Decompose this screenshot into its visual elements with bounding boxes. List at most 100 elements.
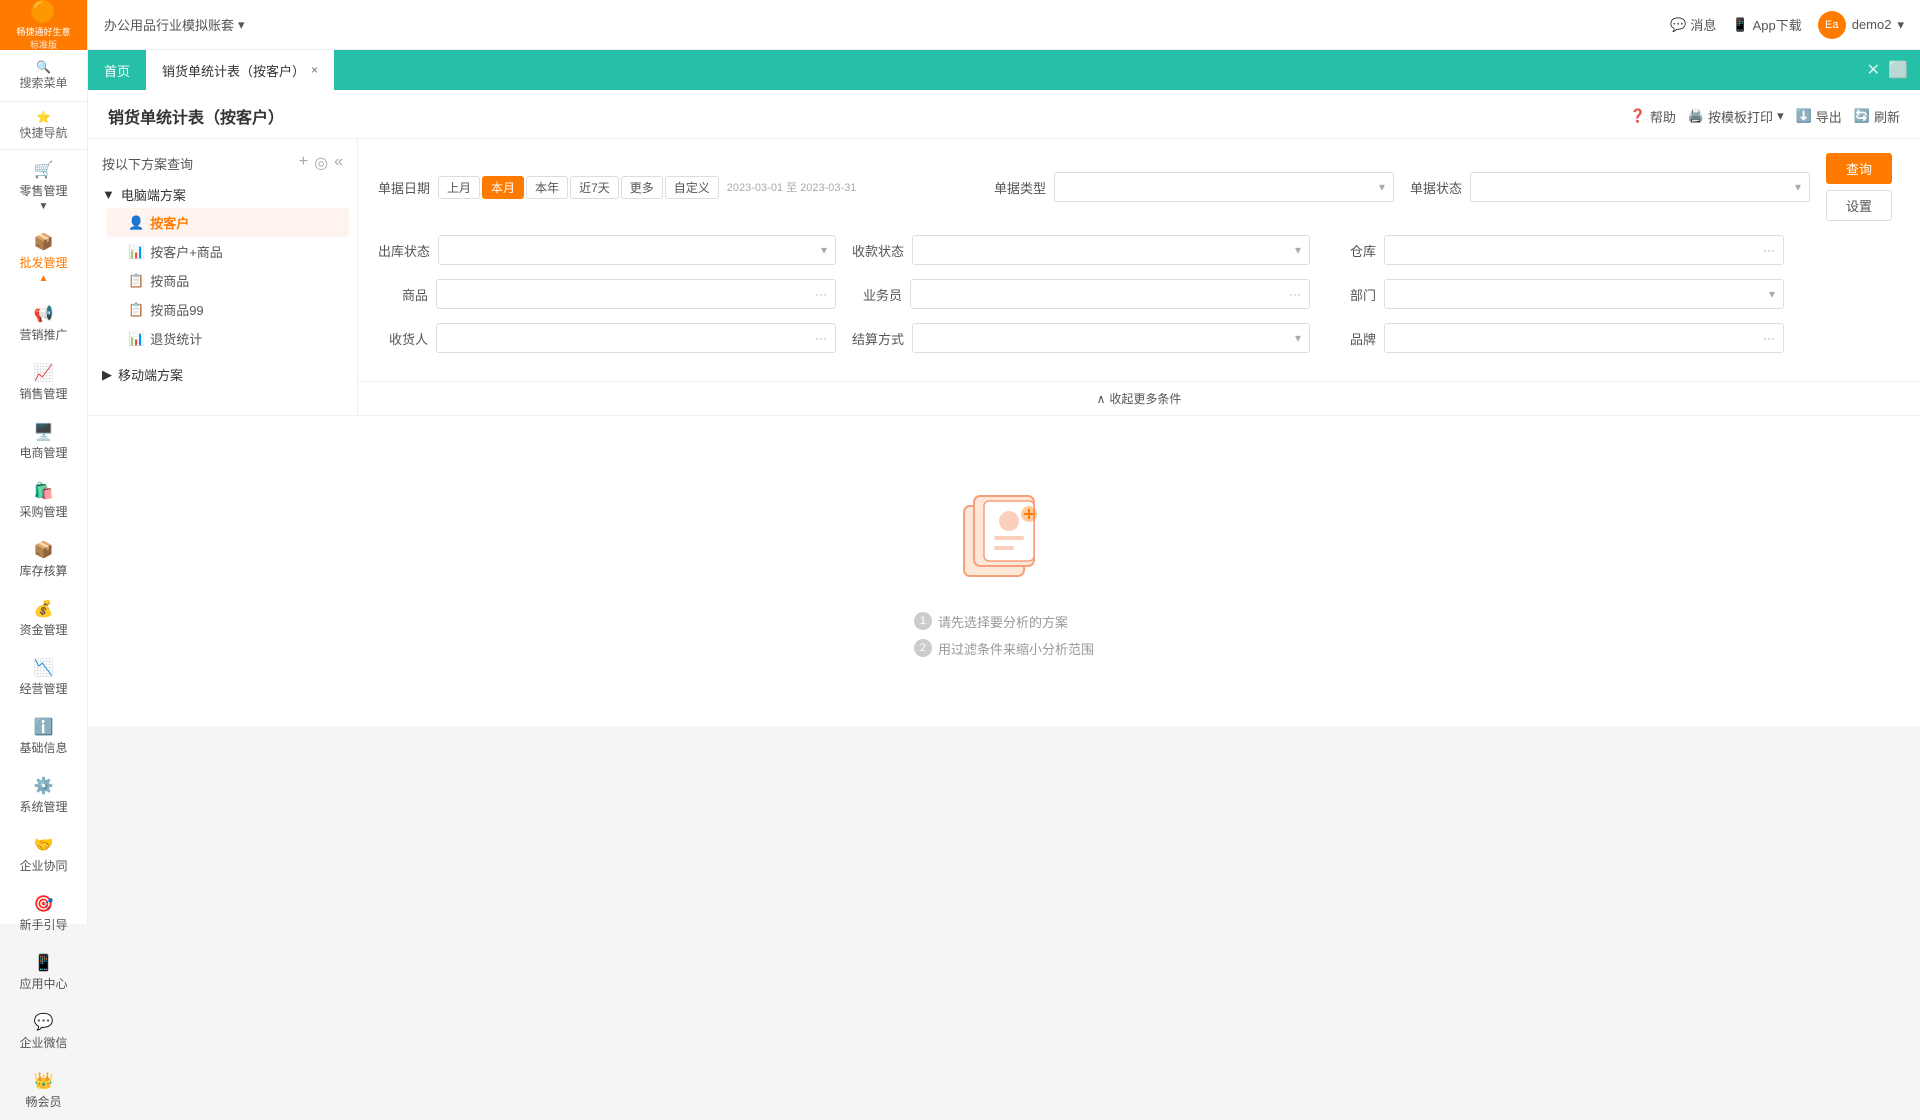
brand-input[interactable]: ··· <box>1384 323 1784 353</box>
sidebar-subtitle: 标准版 <box>30 38 57 51</box>
export-icon: ⬇️ <box>1796 108 1812 124</box>
collapse-scheme-btn[interactable]: « <box>334 153 343 173</box>
sidebar-item-sales[interactable]: 📈 销售管理 <box>0 353 87 412</box>
tab-maximize-icon[interactable]: ⬜ <box>1888 60 1908 80</box>
goods-ellipsis-icon: ··· <box>815 287 827 301</box>
sidebar-item-ecommerce[interactable]: 🖥️ 电商管理 <box>0 412 87 471</box>
refresh-btn[interactable]: 🔄 刷新 <box>1854 107 1900 126</box>
message-btn[interactable]: 💬 消息 <box>1670 15 1716 34</box>
salesman-label: 业务员 <box>852 285 902 304</box>
collect-status-label: 收款状态 <box>852 241 904 260</box>
sidebar-item-collab[interactable]: 🤝 企业协同 <box>0 825 87 884</box>
scheme-item-return[interactable]: 📊 退货统计 <box>106 324 349 353</box>
sidebar-item-marketing[interactable]: 📢 营销推广 <box>0 294 87 353</box>
refresh-icon: 🔄 <box>1854 108 1870 124</box>
app-download-icon: 📱 <box>1732 17 1748 33</box>
date-label: 单据日期 <box>378 178 430 197</box>
home-tab-label: 首页 <box>104 61 130 80</box>
sidebar-item-inventory[interactable]: 📦 库存核算 <box>0 530 87 589</box>
sidebar-quick-nav[interactable]: ⭐快捷导航 <box>0 102 87 150</box>
scheme-item-goods99-label: 按商品99 <box>150 300 203 319</box>
settings-button[interactable]: 设置 <box>1826 190 1892 221</box>
pc-scheme-items: 👤 按客户 📊 按客户+商品 📋 按商品 <box>96 208 349 353</box>
help-label: 帮助 <box>1650 107 1676 126</box>
settle-input[interactable]: ▾ <box>912 323 1310 353</box>
sidebar-item-purchase[interactable]: 🛍️ 采购管理 <box>0 471 87 530</box>
sidebar: 🟠 畅捷通好生意 标准版 🔍搜索菜单 ⭐快捷导航 🛒 零售管理 ▼ 📦 批发管理… <box>0 0 88 924</box>
tab-close-window-icon[interactable]: ✕ <box>1867 60 1880 80</box>
pc-scheme-title[interactable]: ▼ 电脑端方案 <box>96 181 349 208</box>
filter-field-type: 单据类型 ▾ <box>994 172 1394 202</box>
type-input[interactable]: ▾ <box>1054 172 1394 202</box>
refresh-label: 刷新 <box>1874 107 1900 126</box>
mobile-scheme-arrow: ▶ <box>102 367 112 383</box>
collect-status-input[interactable]: ▾ <box>912 235 1310 265</box>
goods99-scheme-icon: 📋 <box>128 302 144 318</box>
warehouse-label: 仓库 <box>1326 241 1376 260</box>
scheme-item-goods[interactable]: 📋 按商品 <box>106 266 349 295</box>
date-btn-last-month[interactable]: 上月 <box>438 176 480 199</box>
sidebar-item-app-center[interactable]: 📱 应用中心 <box>0 943 87 1002</box>
system-icon: ⚙️ <box>34 776 54 796</box>
scheme-item-customer[interactable]: 👤 按客户 <box>106 208 349 237</box>
dept-input[interactable]: ▾ <box>1384 279 1784 309</box>
avatar: Ea <box>1818 11 1846 39</box>
receiver-input[interactable]: ··· <box>436 323 836 353</box>
edit-scheme-btn[interactable]: ◎ <box>314 153 328 173</box>
tab-home[interactable]: 首页 <box>88 50 146 90</box>
sales-icon: 📈 <box>34 363 54 383</box>
date-btn-this-month[interactable]: 本月 <box>482 176 524 199</box>
tab-close-icon[interactable]: × <box>311 63 318 77</box>
sidebar-item-wholesale[interactable]: 📦 批发管理 ▲ <box>0 222 87 294</box>
member-icon: 👑 <box>34 1071 54 1091</box>
scheme-item-goods99[interactable]: 📋 按商品99 <box>106 295 349 324</box>
sidebar-item-basic-info[interactable]: ℹ️ 基础信息 <box>0 707 87 766</box>
app-download-btn[interactable]: 📱 App下载 <box>1732 15 1801 34</box>
sidebar-item-system[interactable]: ⚙️ 系统管理 <box>0 766 87 825</box>
filter-field-settle: 结算方式 ▾ <box>852 323 1310 353</box>
goods-input[interactable]: ··· <box>436 279 836 309</box>
date-btn-this-year[interactable]: 本年 <box>526 176 568 199</box>
wholesale-icon: 📦 <box>34 232 54 252</box>
sidebar-item-retail[interactable]: 🛒 零售管理 ▼ <box>0 150 87 222</box>
brand-ellipsis-icon: ··· <box>1763 331 1775 345</box>
tabs-bar: 首页 销货单统计表（按客户） × ✕ ⬜ <box>88 50 1920 90</box>
collapse-bar[interactable]: ∧ 收起更多条件 <box>358 381 1920 415</box>
export-btn[interactable]: ⬇️ 导出 <box>1796 107 1842 126</box>
filter-field-goods: 商品 ··· <box>378 279 836 309</box>
tab-sales-stat[interactable]: 销货单统计表（按客户） × <box>146 50 334 90</box>
settle-label: 结算方式 <box>852 329 904 348</box>
status-dropdown-icon: ▾ <box>1795 180 1801 194</box>
out-status-input[interactable]: ▾ <box>438 235 836 265</box>
customer-goods-scheme-icon: 📊 <box>128 244 144 260</box>
date-btn-7days[interactable]: 近7天 <box>570 176 619 199</box>
query-button[interactable]: 查询 <box>1826 153 1892 184</box>
sidebar-item-member[interactable]: 👑 畅会员 <box>0 1061 87 1120</box>
account-dropdown[interactable]: 办公用品行业模拟账套 ▾ <box>104 15 245 34</box>
help-btn[interactable]: ❓ 帮助 <box>1630 107 1676 126</box>
collapse-label: 收起更多条件 <box>1109 390 1181 407</box>
sidebar-item-guide[interactable]: 🎯 新手引导 <box>0 884 87 943</box>
filter-field-dept: 部门 ▾ <box>1326 279 1784 309</box>
mobile-scheme-title[interactable]: ▶ 移动端方案 <box>96 361 349 388</box>
sidebar-item-wechat[interactable]: 💬 企业微信 <box>0 1002 87 1061</box>
receiver-ellipsis-icon: ··· <box>815 331 827 345</box>
print-btn[interactable]: 🖨️ 按模板打印 ▾ <box>1688 107 1784 126</box>
filter-field-brand: 品牌 ··· <box>1326 323 1784 353</box>
goods-scheme-icon: 📋 <box>128 273 144 289</box>
sidebar-search[interactable]: 🔍搜索菜单 <box>0 50 87 102</box>
scheme-item-customer-goods[interactable]: 📊 按客户+商品 <box>106 237 349 266</box>
status-input[interactable]: ▾ <box>1470 172 1810 202</box>
salesman-input[interactable]: ··· <box>910 279 1310 309</box>
sidebar-item-finance[interactable]: 💰 资金管理 <box>0 589 87 648</box>
add-scheme-btn[interactable]: + <box>299 153 308 173</box>
date-btn-custom[interactable]: 自定义 <box>665 176 719 199</box>
warehouse-input[interactable]: ··· <box>1384 235 1784 265</box>
user-menu[interactable]: Ea demo2 ▾ <box>1818 11 1904 39</box>
settle-dropdown-icon: ▾ <box>1295 331 1301 345</box>
pc-scheme-label: 电脑端方案 <box>121 185 186 204</box>
sidebar-item-operations[interactable]: 📉 经营管理 <box>0 648 87 707</box>
customer-scheme-icon: 👤 <box>128 215 144 231</box>
empty-tip-2-text: 用过滤条件来缩小分析范围 <box>938 639 1094 658</box>
date-btn-more[interactable]: 更多 <box>621 176 663 199</box>
